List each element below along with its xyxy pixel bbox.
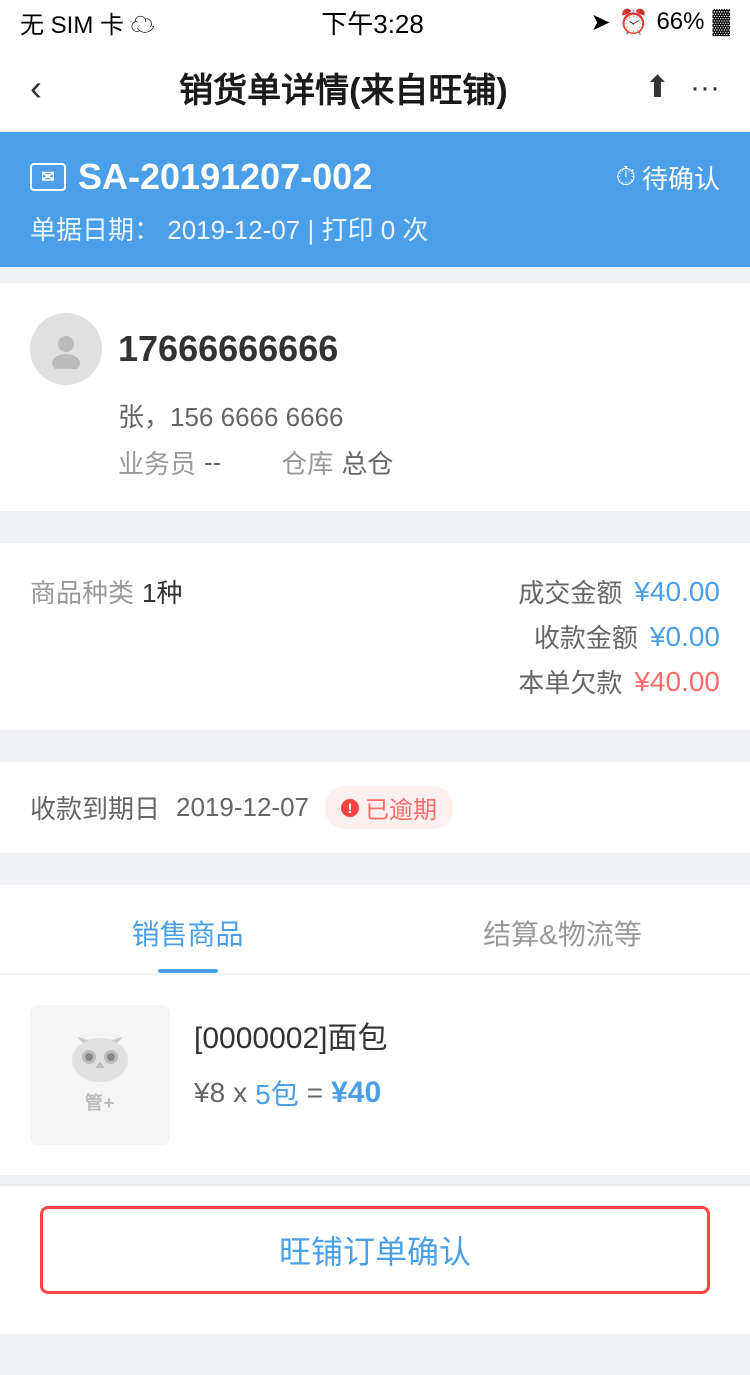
status-right: ➤ ⏰ 66% ▓ [590, 8, 730, 37]
sales-rep: 业务员 -- [118, 444, 221, 481]
customer-header: 17666666666 [30, 313, 720, 385]
goods-type-value: 1种 [142, 573, 182, 610]
divider-1 [0, 267, 750, 283]
warehouse: 仓库 总仓 [281, 444, 393, 481]
due-label: 收款到期日 [30, 789, 160, 826]
avatar [30, 313, 102, 385]
product-price-row: ¥8 x 5包 = ¥40 [194, 1073, 720, 1113]
tabs-section: 销售商品 结算&物流等 [0, 885, 750, 1175]
tab-settlement-label: 结算&物流等 [483, 919, 642, 950]
total-price: ¥40 [331, 1076, 381, 1110]
page-title: 销货单详情(来自旺铺) [179, 63, 508, 112]
confirm-button-label: 旺铺订单确认 [279, 1227, 471, 1273]
order-id: ✉ SA-20191207-002 [30, 156, 372, 198]
alarm-icon: ⏰ [619, 8, 649, 37]
status-left: 无 SIM 卡 ☁ [20, 5, 155, 40]
product-details: [0000002]面包 ¥8 x 5包 = ¥40 [194, 1005, 720, 1113]
nav-bar: ‹ 销货单详情(来自旺铺) ⬆ ··· [0, 44, 750, 132]
received-value: ¥0.00 [650, 621, 720, 653]
goods-type: 商品种类 1种 [30, 573, 182, 610]
due-date: 2019-12-07 [176, 792, 309, 823]
due-section: 收款到期日 2019-12-07 ! 已逾期 [0, 762, 750, 853]
nav-actions: ⬆ ··· [645, 70, 720, 105]
overdue-text: 已逾期 [365, 790, 437, 825]
product-placeholder: 管+ [65, 1035, 135, 1115]
product-item: 管+ [0000002]面包 ¥8 x 5包 = ¥40 [30, 1005, 720, 1145]
date-separator: | [307, 215, 321, 245]
price-unit: ¥8 [194, 1077, 225, 1109]
order-date: 单据日期： 2019-12-07 | 打印 0 次 [30, 210, 720, 247]
goods-type-label: 商品种类 [30, 573, 134, 610]
received-label: 收款金额 [534, 618, 638, 655]
divider-4 [0, 869, 750, 885]
more-icon[interactable]: ··· [690, 71, 720, 105]
date-value: 2019-12-07 [167, 215, 300, 245]
tab-sales-label: 销售商品 [131, 919, 243, 950]
overdue-badge: ! 已逾期 [325, 786, 453, 829]
date-label: 单据日期： [30, 215, 160, 245]
customer-section: 17666666666 张，156 6666 6666 业务员 -- 仓库 总仓 [0, 283, 750, 511]
transaction-value: ¥40.00 [634, 576, 720, 608]
equals-sign: = [307, 1077, 323, 1109]
share-icon[interactable]: ⬆ [645, 70, 670, 105]
brand-text: 管+ [85, 1089, 116, 1115]
customer-meta: 业务员 -- 仓库 总仓 [30, 444, 720, 481]
overdue-dot-icon: ! [341, 799, 359, 817]
multiply-sign: x [233, 1077, 247, 1109]
summary-section: 商品种类 1种 成交金额 ¥40.00 收款金额 ¥0.00 本单欠款 ¥40.… [0, 543, 750, 730]
divider-2 [0, 527, 750, 543]
product-name: [0000002]面包 [194, 1013, 720, 1057]
tab-sales-products[interactable]: 销售商品 [0, 885, 375, 973]
battery-status: 66% [656, 8, 704, 36]
owed-value: ¥40.00 [634, 666, 720, 698]
product-image: 管+ [30, 1005, 170, 1145]
amounts: 成交金额 ¥40.00 收款金额 ¥0.00 本单欠款 ¥40.00 [518, 573, 720, 700]
location-icon: ➤ [590, 8, 610, 37]
warehouse-label: 仓库 [281, 444, 333, 481]
confirm-button[interactable]: 旺铺订单确认 [40, 1206, 710, 1294]
bottom-bar: 旺铺订单确认 [0, 1184, 750, 1334]
customer-phone: 17666666666 [118, 328, 338, 370]
sales-label: 业务员 [118, 444, 196, 481]
tab-settlement[interactable]: 结算&物流等 [375, 885, 750, 973]
product-list: 管+ [0000002]面包 ¥8 x 5包 = ¥40 [0, 975, 750, 1175]
owed-label: 本单欠款 [518, 663, 622, 700]
warehouse-value: 总仓 [341, 444, 393, 481]
tabs-header: 销售商品 结算&物流等 [0, 885, 750, 975]
divider-3 [0, 746, 750, 762]
battery-icon: ▓ [712, 8, 730, 36]
status-text: 待确认 [642, 159, 720, 196]
order-status: ⏱ 待确认 [616, 159, 720, 196]
owed-amount-row: 本单欠款 ¥40.00 [518, 663, 720, 700]
sim-status: 无 SIM 卡 ☁ [20, 5, 155, 40]
order-id-text: SA-20191207-002 [78, 156, 372, 198]
status-bar: 无 SIM 卡 ☁ 下午3:28 ➤ ⏰ 66% ▓ [0, 0, 750, 44]
transaction-label: 成交金额 [518, 573, 622, 610]
sales-value: -- [204, 447, 221, 478]
print-info: 打印 0 次 [321, 215, 428, 245]
transaction-amount-row: 成交金额 ¥40.00 [518, 573, 720, 610]
customer-name: 张，156 6666 6666 [30, 397, 720, 434]
received-amount-row: 收款金额 ¥0.00 [534, 618, 720, 655]
order-header: ✉ SA-20191207-002 ⏱ 待确认 单据日期： 2019-12-07… [0, 132, 750, 267]
back-button[interactable]: ‹ [30, 67, 42, 109]
envelope-icon: ✉ [30, 163, 66, 191]
clock-icon: ⏱ [616, 161, 636, 193]
status-time: 下午3:28 [321, 4, 424, 41]
quantity: 5包 [255, 1073, 299, 1113]
